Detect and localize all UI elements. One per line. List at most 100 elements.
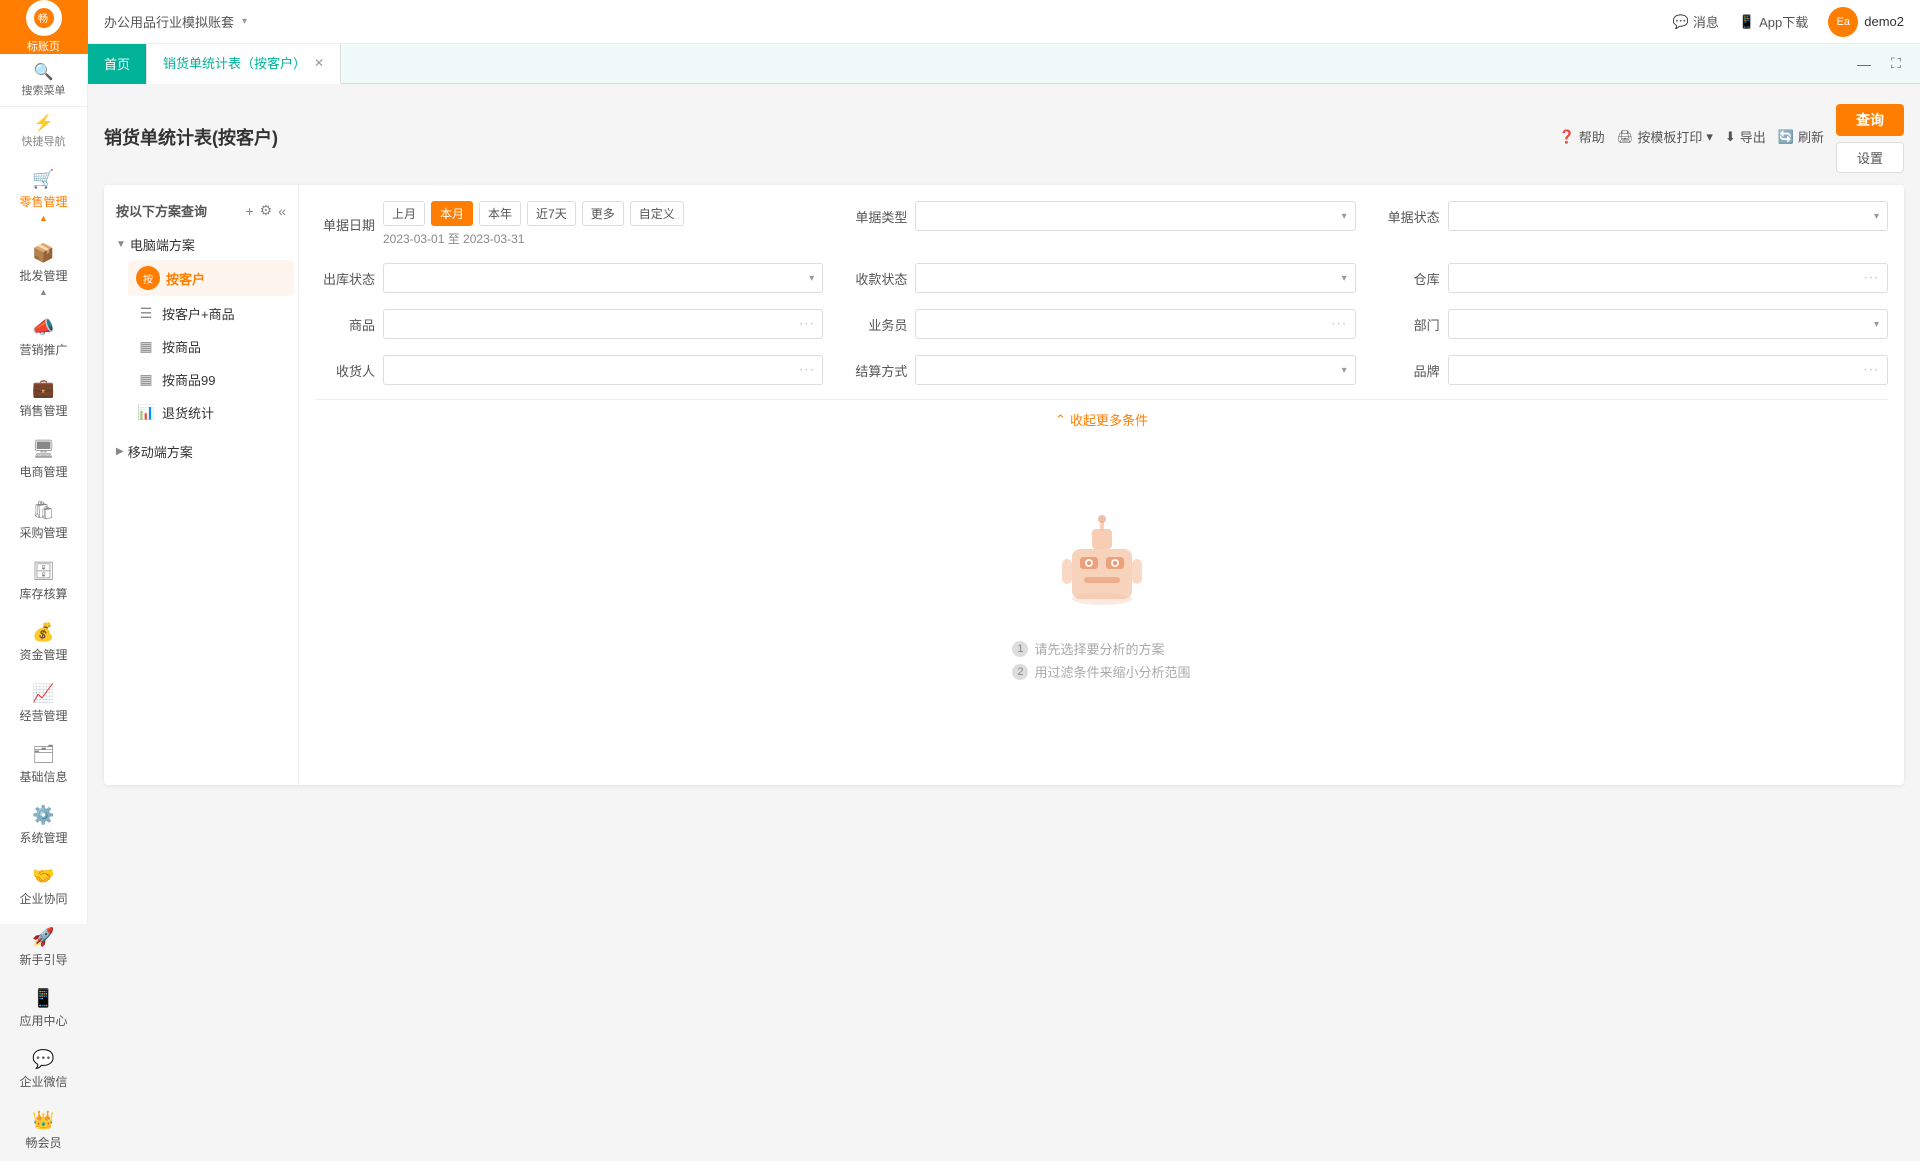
- sidebar-item-apps[interactable]: 📱 应用中心: [0, 978, 87, 1039]
- scheme-item-return-stat[interactable]: 📊 退货统计: [128, 396, 294, 428]
- industry-dropdown-arrow: ▾: [242, 16, 247, 27]
- sidebar-item-newbie[interactable]: 🚀 新手引导: [0, 917, 87, 978]
- tab-home[interactable]: 首页: [88, 44, 147, 84]
- brand-label: 品牌: [1380, 361, 1440, 380]
- tab-minimize-btn[interactable]: —: [1852, 52, 1876, 76]
- sidebar-item-marketing[interactable]: 📣 营销推广: [0, 307, 87, 368]
- scheme-settings-btn[interactable]: ⚙: [260, 202, 273, 219]
- last7days-btn[interactable]: 近7天: [527, 201, 576, 226]
- this-year-btn[interactable]: 本年: [479, 201, 521, 226]
- settings-button[interactable]: 设置: [1836, 142, 1904, 173]
- receiver-input[interactable]: ···: [383, 355, 823, 385]
- salesperson-more-icon[interactable]: ···: [1331, 315, 1347, 333]
- collapse-up-icon: ⌃: [1055, 412, 1066, 428]
- out-status-arrow: ▾: [809, 273, 814, 284]
- salesperson-input[interactable]: ···: [915, 309, 1355, 339]
- warehouse-control[interactable]: ···: [1448, 263, 1888, 293]
- by-customer-goods-icon: ☰: [136, 303, 156, 323]
- main-area: 办公用品行业模拟账套 ▾ 💬 消息 📱 App下载 Ea demo2 首页: [88, 0, 1920, 924]
- goods-more-icon[interactable]: ···: [798, 315, 814, 333]
- filter-salesperson-row: 业务员 ···: [847, 309, 1355, 339]
- scheme-collapse-btn[interactable]: «: [278, 203, 286, 219]
- by-goods-99-icon: ▦: [136, 369, 156, 389]
- brand-input[interactable]: ···: [1448, 355, 1888, 385]
- scheme-item-by-customer[interactable]: 按 按客户: [128, 260, 294, 296]
- department-control[interactable]: ▾: [1448, 309, 1888, 339]
- warehouse-more-icon[interactable]: ···: [1863, 269, 1879, 287]
- tab-sales-stat[interactable]: 销货单统计表（按客户） ✕: [147, 44, 341, 84]
- settlement-control[interactable]: ▾: [915, 355, 1355, 385]
- receiver-more-icon[interactable]: ···: [798, 361, 814, 379]
- collect-status-control[interactable]: ▾: [915, 263, 1355, 293]
- export-btn[interactable]: ⬇ 导出: [1725, 127, 1766, 146]
- doc-type-select[interactable]: ▾: [915, 201, 1355, 231]
- user-menu[interactable]: Ea demo2: [1828, 7, 1904, 37]
- sidebar-item-enterprise[interactable]: 🤝 企业协同: [0, 856, 87, 917]
- doc-type-control[interactable]: ▾: [915, 201, 1355, 231]
- scheme-group-mobile-header[interactable]: ▶ 移动端方案: [104, 437, 298, 466]
- settlement-select[interactable]: ▾: [915, 355, 1355, 385]
- goods-input[interactable]: ···: [383, 309, 823, 339]
- sidebar-item-finance[interactable]: 💰 资金管理: [0, 612, 87, 673]
- sidebar-item-operations-label: 经营管理: [19, 707, 67, 724]
- out-status-control[interactable]: ▾: [383, 263, 823, 293]
- collect-status-select[interactable]: ▾: [915, 263, 1355, 293]
- message-btn[interactable]: 💬 消息: [1673, 12, 1719, 31]
- filter-warehouse-row: 仓库 ···: [1380, 263, 1888, 293]
- department-label: 部门: [1380, 315, 1440, 334]
- filter-out-status-group: 出库状态 ▾: [315, 263, 823, 293]
- vip-icon: 👑: [32, 1110, 54, 1131]
- department-select[interactable]: ▾: [1448, 309, 1888, 339]
- help-btn[interactable]: ❓ 帮助: [1559, 127, 1605, 146]
- custom-date-btn[interactable]: 自定义: [630, 201, 684, 226]
- sidebar-item-purchase[interactable]: 🛍 采购管理: [0, 490, 87, 551]
- collapse-bar[interactable]: ⌃ 收起更多条件: [315, 400, 1888, 439]
- template-print-btn[interactable]: 🖨 按模板打印 ▾: [1617, 127, 1713, 146]
- this-month-btn[interactable]: 本月: [431, 201, 473, 226]
- doc-status-select[interactable]: ▾: [1448, 201, 1888, 231]
- query-button[interactable]: 查询: [1836, 104, 1904, 136]
- template-print-label: 按模板打印: [1637, 127, 1702, 146]
- purchase-icon: 🛍: [32, 500, 55, 521]
- salesperson-control[interactable]: ···: [915, 309, 1355, 339]
- scheme-item-by-goods[interactable]: ▦ 按商品: [128, 330, 294, 362]
- sidebar-item-apps-label: 应用中心: [19, 1012, 67, 1029]
- sidebar-item-wechat[interactable]: 💬 企业微信: [0, 1039, 87, 1100]
- tab-close-icon[interactable]: ✕: [314, 56, 324, 70]
- receiver-control[interactable]: ···: [383, 355, 823, 385]
- logo-text: 标账页: [27, 38, 60, 54]
- sidebar-item-inventory[interactable]: 🗄 库存核算: [0, 551, 87, 612]
- tip2-text: 用过滤条件来缩小分析范围: [1034, 662, 1190, 681]
- scheme-group-desktop: ▼ 电脑端方案 按 按客户 ☰ 按客户+商品: [104, 226, 298, 433]
- tab-maximize-btn[interactable]: ⛶: [1884, 52, 1908, 76]
- scheme-panel: 按以下方案查询 + ⚙ « ▼ 电脑端方案: [104, 185, 299, 785]
- sidebar-item-operations[interactable]: 📈 经营管理: [0, 673, 87, 734]
- scheme-add-btn[interactable]: +: [245, 203, 253, 219]
- doc-status-control[interactable]: ▾: [1448, 201, 1888, 231]
- more-date-btn[interactable]: 更多: [582, 201, 624, 226]
- scheme-item-by-customer-goods[interactable]: ☰ 按客户+商品: [128, 297, 294, 329]
- sidebar-item-sales[interactable]: 💼 销售管理: [0, 368, 87, 429]
- brand-more-icon[interactable]: ···: [1863, 361, 1879, 379]
- brand-control[interactable]: ···: [1448, 355, 1888, 385]
- app-logo[interactable]: 畅 标账页: [0, 0, 88, 54]
- warehouse-input[interactable]: ···: [1448, 263, 1888, 293]
- sidebar-item-retail[interactable]: 🛒 零售管理 ▲: [0, 159, 87, 233]
- sidebar-item-ecommerce[interactable]: 🖥 电商管理: [0, 429, 87, 490]
- search-menu-item[interactable]: 🔍 搜索菜单: [0, 54, 87, 107]
- wholesale-icon: 📦: [32, 243, 54, 264]
- prev-month-btn[interactable]: 上月: [383, 201, 425, 226]
- out-status-select[interactable]: ▾: [383, 263, 823, 293]
- sidebar-item-basics[interactable]: 🗂 基础信息: [0, 734, 87, 795]
- sidebar-item-wholesale[interactable]: 📦 批发管理 ▲: [0, 233, 87, 307]
- sidebar-item-system[interactable]: ⚙️ 系统管理: [0, 795, 87, 856]
- goods-control[interactable]: ···: [383, 309, 823, 339]
- tab-bar: 首页 销货单统计表（按客户） ✕ — ⛶: [88, 44, 1920, 84]
- scheme-group-desktop-header[interactable]: ▼ 电脑端方案: [104, 230, 298, 259]
- app-download-btn[interactable]: 📱 App下载: [1739, 12, 1808, 31]
- scheme-item-by-goods-99[interactable]: ▦ 按商品99: [128, 363, 294, 395]
- sidebar-item-vip[interactable]: 👑 畅会员: [0, 1100, 87, 1161]
- industry-selector[interactable]: 办公用品行业模拟账套 ▾: [104, 12, 247, 31]
- refresh-btn[interactable]: 🔄 刷新: [1778, 127, 1824, 146]
- quick-nav-item[interactable]: ⚡ 快捷导航: [0, 107, 87, 155]
